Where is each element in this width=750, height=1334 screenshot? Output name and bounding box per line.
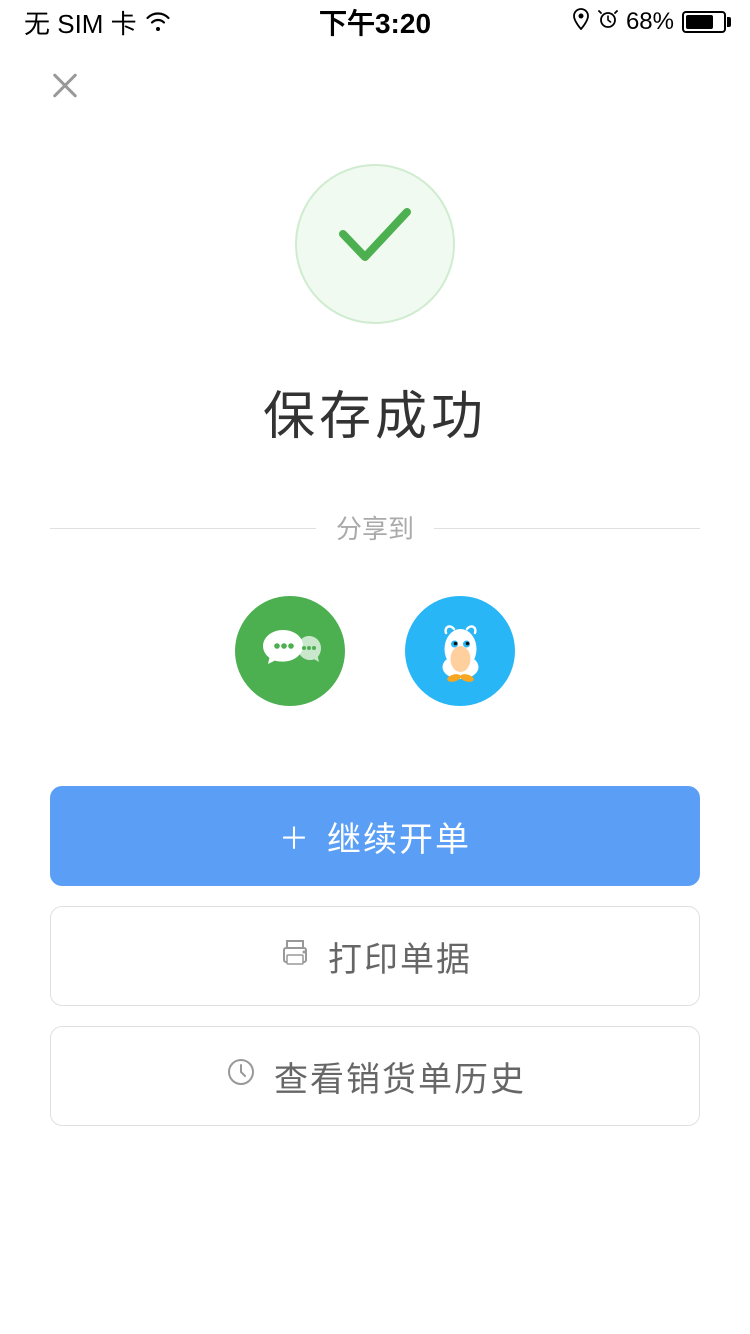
continue-button[interactable]: ＋ 继续开单: [50, 786, 700, 886]
status-left: 无 SIM 卡: [24, 4, 171, 41]
action-buttons: ＋ 继续开单 打印单据 查看销货单历史: [50, 786, 700, 1126]
share-icons-row: [235, 596, 515, 706]
plus-icon: ＋: [279, 814, 311, 858]
wifi-icon: [145, 7, 171, 38]
history-label: 查看销货单历史: [274, 1052, 526, 1101]
share-label: 分享到: [316, 509, 434, 546]
status-bar: 无 SIM 卡 下午3:20 68%: [0, 0, 750, 44]
print-button[interactable]: 打印单据: [50, 906, 700, 1006]
battery-text: 68%: [626, 8, 674, 36]
checkmark-icon: [335, 200, 415, 280]
battery-icon: [682, 11, 726, 33]
qq-share-button[interactable]: [405, 596, 515, 706]
share-section: 分享到: [50, 509, 700, 546]
alarm-icon: [598, 8, 618, 37]
qq-icon: [428, 619, 493, 684]
continue-label: 继续开单: [327, 812, 471, 861]
sim-text: 无 SIM 卡: [24, 4, 137, 41]
history-button[interactable]: 查看销货单历史: [50, 1026, 700, 1126]
main-content: 保存成功 分享到: [0, 44, 750, 1126]
success-title: 保存成功: [263, 374, 487, 449]
printer-icon: [278, 935, 312, 977]
close-button[interactable]: [40, 60, 90, 110]
clock-icon: [224, 1055, 258, 1097]
print-label: 打印单据: [328, 932, 472, 981]
wechat-icon: [255, 616, 325, 686]
status-time: 下午3:20: [319, 2, 431, 42]
location-icon: [572, 8, 590, 37]
status-right: 68%: [572, 8, 726, 37]
success-circle: [295, 164, 455, 324]
wechat-share-button[interactable]: [235, 596, 345, 706]
